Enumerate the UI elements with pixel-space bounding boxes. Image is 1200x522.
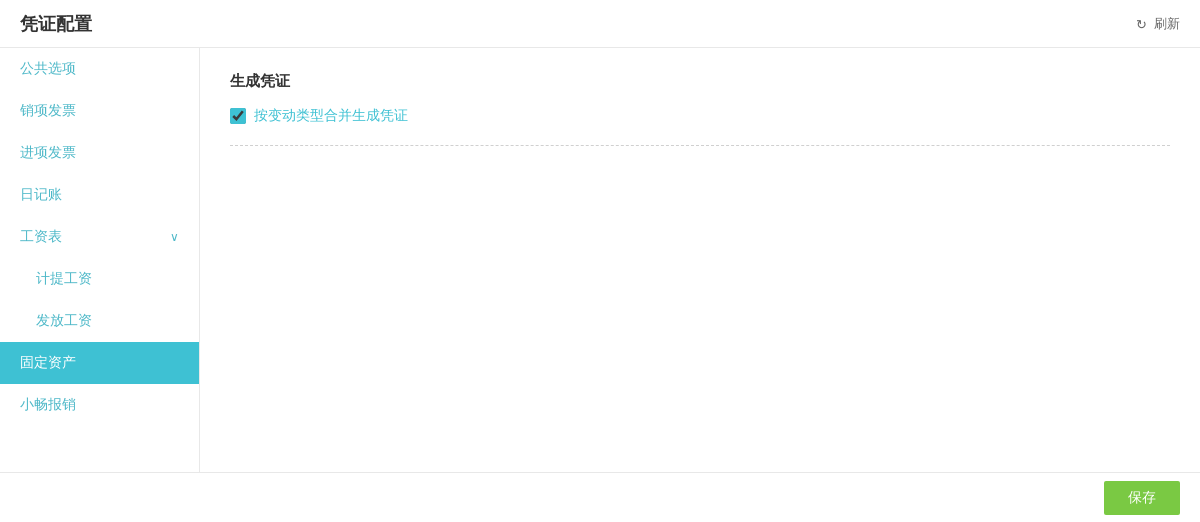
- sidebar-item-label: 日记账: [20, 186, 62, 204]
- header: 凭证配置 ↻ 刷新: [0, 0, 1200, 48]
- sidebar-item-sales-invoice[interactable]: 销项发票: [0, 90, 199, 132]
- sidebar-item-label: 小畅报销: [20, 396, 76, 414]
- sidebar-item-label: 计提工资: [36, 270, 92, 288]
- footer: 保存: [0, 472, 1200, 522]
- sidebar-item-purchase-invoice[interactable]: 进项发票: [0, 132, 199, 174]
- sidebar-item-label: 工资表: [20, 228, 62, 246]
- merge-voucher-label[interactable]: 按变动类型合并生成凭证: [254, 107, 408, 125]
- refresh-label: 刷新: [1154, 15, 1180, 33]
- sidebar-item-public[interactable]: 公共选项: [0, 48, 199, 90]
- sidebar-item-payroll-accrual[interactable]: 计提工资: [0, 258, 199, 300]
- section-title: 生成凭证: [230, 72, 1170, 91]
- chevron-down-icon: ∨: [170, 230, 179, 244]
- sidebar-item-payroll-release[interactable]: 发放工资: [0, 300, 199, 342]
- refresh-icon: ↻: [1136, 17, 1150, 31]
- section-divider: [230, 145, 1170, 146]
- sidebar-item-label: 固定资产: [20, 354, 76, 372]
- sidebar-item-label: 发放工资: [36, 312, 92, 330]
- checkbox-row: 按变动类型合并生成凭证: [230, 107, 1170, 125]
- page-title: 凭证配置: [20, 12, 92, 36]
- sidebar-item-expense[interactable]: 小畅报销: [0, 384, 199, 426]
- layout: 公共选项销项发票进项发票日记账工资表 ∨ 计提工资发放工资固定资产小畅报销 生成凭证…: [0, 48, 1200, 522]
- sidebar-item-label: 公共选项: [20, 60, 76, 78]
- sidebar-item-payroll[interactable]: 工资表 ∨: [0, 216, 199, 258]
- sidebar: 公共选项销项发票进项发票日记账工资表 ∨ 计提工资发放工资固定资产小畅报销: [0, 48, 200, 522]
- main-content: 生成凭证 按变动类型合并生成凭证: [200, 48, 1200, 522]
- merge-voucher-checkbox[interactable]: [230, 108, 246, 124]
- refresh-button[interactable]: ↻ 刷新: [1136, 15, 1180, 33]
- save-button[interactable]: 保存: [1104, 481, 1180, 515]
- sidebar-item-label: 销项发票: [20, 102, 76, 120]
- sidebar-item-fixed-assets[interactable]: 固定资产: [0, 342, 199, 384]
- sidebar-item-label: 进项发票: [20, 144, 76, 162]
- sidebar-item-journal[interactable]: 日记账: [0, 174, 199, 216]
